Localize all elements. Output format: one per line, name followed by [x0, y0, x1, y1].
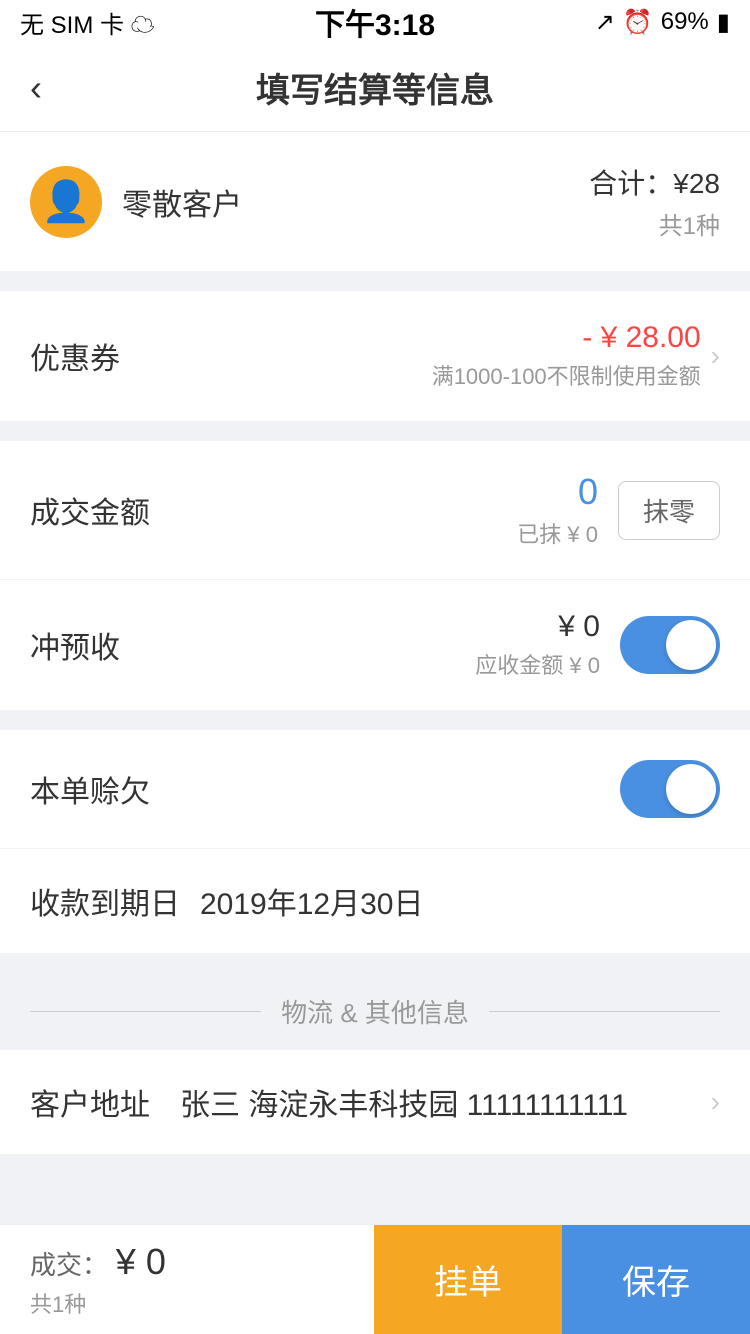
amount-input-area: 0 已抹 ¥ 0 [517, 471, 598, 549]
customer-row: 👤 零散客户 合计：¥28 共1种 [30, 162, 720, 241]
save-button[interactable]: 保存 [562, 1225, 750, 1334]
divider-1 [0, 271, 750, 291]
status-bar: 无 SIM 卡 ☁ 下午3:18 ↗ ⏰ 69% ▮ [0, 0, 750, 44]
transaction-amount-value: 0 [578, 471, 598, 513]
prepayment-toggle[interactable] [620, 616, 720, 674]
divider-2 [0, 421, 750, 441]
bottom-bar: 成交： ¥ 0 共1种 挂单 保存 [0, 1224, 750, 1334]
coupon-row[interactable]: 优惠券 - ¥ 28.00 满1000-100不限制使用金额 › [0, 291, 750, 421]
prepayment-text: ¥ 0 应收金额 ¥ 0 [475, 610, 600, 680]
credit-toggle-circle [666, 764, 716, 814]
transaction-row: 成交金额 0 已抹 ¥ 0 抹零 [0, 441, 750, 580]
total-amount: 合计：¥28 [589, 162, 720, 202]
due-date-label: 收款到期日 [30, 879, 180, 923]
hang-button[interactable]: 挂单 [374, 1225, 562, 1334]
credit-toggle[interactable] [620, 760, 720, 818]
coupon-right: - ¥ 28.00 满1000-100不限制使用金额 › [432, 321, 720, 391]
transaction-value-area: 0 已抹 ¥ 0 抹零 [150, 471, 720, 549]
prepayment-label: 冲预收 [30, 623, 120, 667]
transaction-label: 成交金额 [30, 488, 150, 532]
divider-4 [0, 953, 750, 973]
bottom-count: 共1种 [30, 1287, 344, 1319]
status-left: 无 SIM 卡 ☁ [20, 5, 155, 40]
coupon-amount: - ¥ 28.00 [432, 321, 701, 355]
divider-3 [0, 710, 750, 730]
save-label: 保存 [622, 1255, 690, 1304]
transaction-section: 成交金额 0 已抹 ¥ 0 抹零 冲预收 ¥ 0 应收金额 ¥ 0 [0, 441, 750, 710]
coupon-label: 优惠券 [30, 334, 120, 378]
address-value: 张三 海淀永丰科技园 11111111111 [180, 1080, 711, 1124]
prepayment-right: ¥ 0 应收金额 ¥ 0 [475, 610, 720, 680]
round-zero-button[interactable]: 抹零 [618, 481, 720, 540]
status-right: ↗ ⏰ 69% ▮ [595, 8, 730, 37]
bottom-amount: ¥ 0 [116, 1241, 166, 1282]
toggle-circle [666, 620, 716, 670]
status-time: 下午3:18 [315, 0, 435, 44]
coupon-section: 优惠券 - ¥ 28.00 满1000-100不限制使用金额 › [0, 291, 750, 421]
customer-right: 合计：¥28 共1种 [589, 162, 720, 241]
prepayment-amount: ¥ 0 [475, 610, 600, 644]
credit-label: 本单赊欠 [30, 767, 150, 811]
location-icon: ↗ [595, 8, 615, 37]
address-chevron-icon: › [711, 1086, 720, 1118]
due-date-row: 收款到期日 2019年12月30日 [0, 848, 750, 953]
credit-row: 本单赊欠 [0, 730, 750, 848]
address-label: 客户地址 [30, 1080, 150, 1124]
total-count: 共1种 [589, 206, 720, 241]
due-date-value: 2019年12月30日 [200, 879, 423, 923]
bottom-info: 成交： ¥ 0 共1种 [0, 1241, 374, 1319]
hang-label: 挂单 [434, 1255, 502, 1304]
prepayment-sub: 应收金额 ¥ 0 [475, 648, 600, 680]
main-content: 👤 零散客户 合计：¥28 共1种 优惠券 - ¥ 28.00 满1000-10… [0, 132, 750, 1274]
back-button[interactable]: ‹ [30, 67, 42, 109]
nav-bar: ‹ 填写结算等信息 [0, 44, 750, 132]
avatar-icon: 👤 [41, 178, 91, 225]
address-row[interactable]: 客户地址 张三 海淀永丰科技园 11111111111 › [0, 1050, 750, 1154]
prepayment-row: 冲预收 ¥ 0 应收金额 ¥ 0 [0, 580, 750, 710]
battery-level: 69% [661, 8, 709, 36]
avatar: 👤 [30, 166, 102, 238]
customer-left: 👤 零散客户 [30, 166, 242, 238]
logistics-text: 物流 & 其他信息 [281, 993, 469, 1030]
transaction-sub: 已抹 ¥ 0 [517, 517, 598, 549]
logistics-line-right [489, 1011, 720, 1012]
coupon-chevron-icon: › [711, 340, 720, 372]
alarm-icon: ⏰ [623, 8, 653, 37]
bottom-deal-row: 成交： ¥ 0 [30, 1241, 344, 1283]
bottom-deal-label: 成交： [30, 1250, 108, 1280]
battery-icon: ▮ [717, 8, 730, 37]
customer-name: 零散客户 [122, 180, 242, 224]
sim-status: 无 SIM 卡 ☁ [20, 5, 155, 40]
customer-section: 👤 零散客户 合计：¥28 共1种 [0, 132, 750, 271]
credit-section: 本单赊欠 收款到期日 2019年12月30日 [0, 730, 750, 953]
logistics-header: 物流 & 其他信息 [0, 973, 750, 1050]
coupon-text: - ¥ 28.00 满1000-100不限制使用金额 [432, 321, 701, 391]
coupon-desc: 满1000-100不限制使用金额 [432, 359, 701, 391]
page-title: 填写结算等信息 [256, 63, 494, 112]
logistics-line-left [30, 1011, 261, 1012]
